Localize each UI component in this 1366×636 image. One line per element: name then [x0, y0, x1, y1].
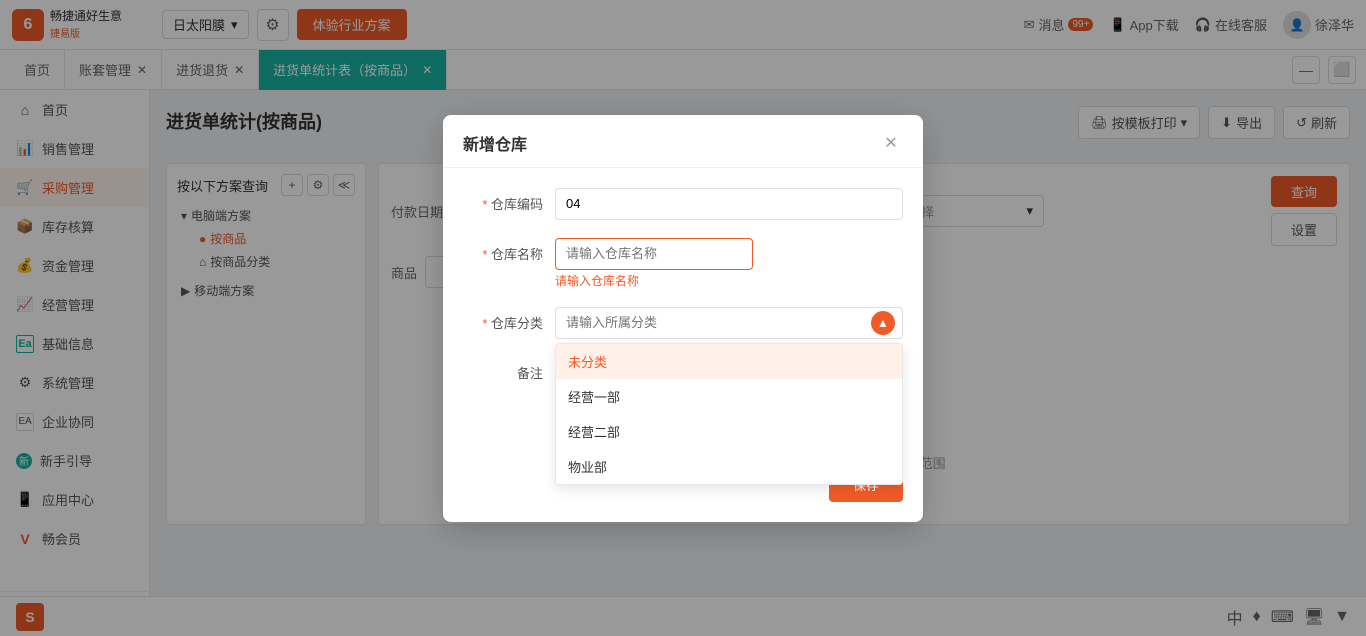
category-arrow-button[interactable]: ▲ — [871, 311, 895, 335]
warehouse-code-input[interactable] — [555, 188, 903, 220]
add-warehouse-modal: 新增仓库 ✕ 仓库编码 仓库名称 请输入仓库名称 仓库分类 — [443, 115, 923, 522]
dropdown-item-unclassified[interactable]: 未分类 — [556, 344, 902, 379]
modal-close-button[interactable]: ✕ — [879, 131, 903, 155]
code-label: 仓库编码 — [463, 188, 543, 213]
warehouse-name-row: 仓库名称 请输入仓库名称 — [463, 238, 903, 289]
name-input-wrapper: 请输入仓库名称 — [555, 238, 903, 289]
dropdown-item-dept1[interactable]: 经营一部 — [556, 379, 902, 414]
category-input[interactable] — [555, 307, 903, 339]
warehouse-category-row: 仓库分类 ▲ 未分类 经营一部 经营二部 物业部 — [463, 307, 903, 339]
name-error-message: 请输入仓库名称 — [555, 272, 903, 289]
dropdown-item-dept3[interactable]: 物业部 — [556, 449, 902, 484]
modal-header: 新增仓库 ✕ — [443, 115, 923, 168]
warehouse-code-row: 仓库编码 — [463, 188, 903, 220]
warehouse-name-input[interactable] — [555, 238, 753, 270]
dropdown-item-dept2[interactable]: 经营二部 — [556, 414, 902, 449]
name-label: 仓库名称 — [463, 238, 543, 263]
category-dropdown: 未分类 经营一部 经营二部 物业部 — [555, 343, 903, 485]
modal-body: 仓库编码 仓库名称 请输入仓库名称 仓库分类 ▲ 未分类 — [443, 168, 923, 455]
modal-overlay: 新增仓库 ✕ 仓库编码 仓库名称 请输入仓库名称 仓库分类 — [0, 0, 1366, 636]
modal-title: 新增仓库 — [463, 131, 527, 155]
note-label: 备注 — [463, 357, 543, 382]
category-label: 仓库分类 — [463, 307, 543, 332]
category-select-wrapper: ▲ 未分类 经营一部 经营二部 物业部 — [555, 307, 903, 339]
